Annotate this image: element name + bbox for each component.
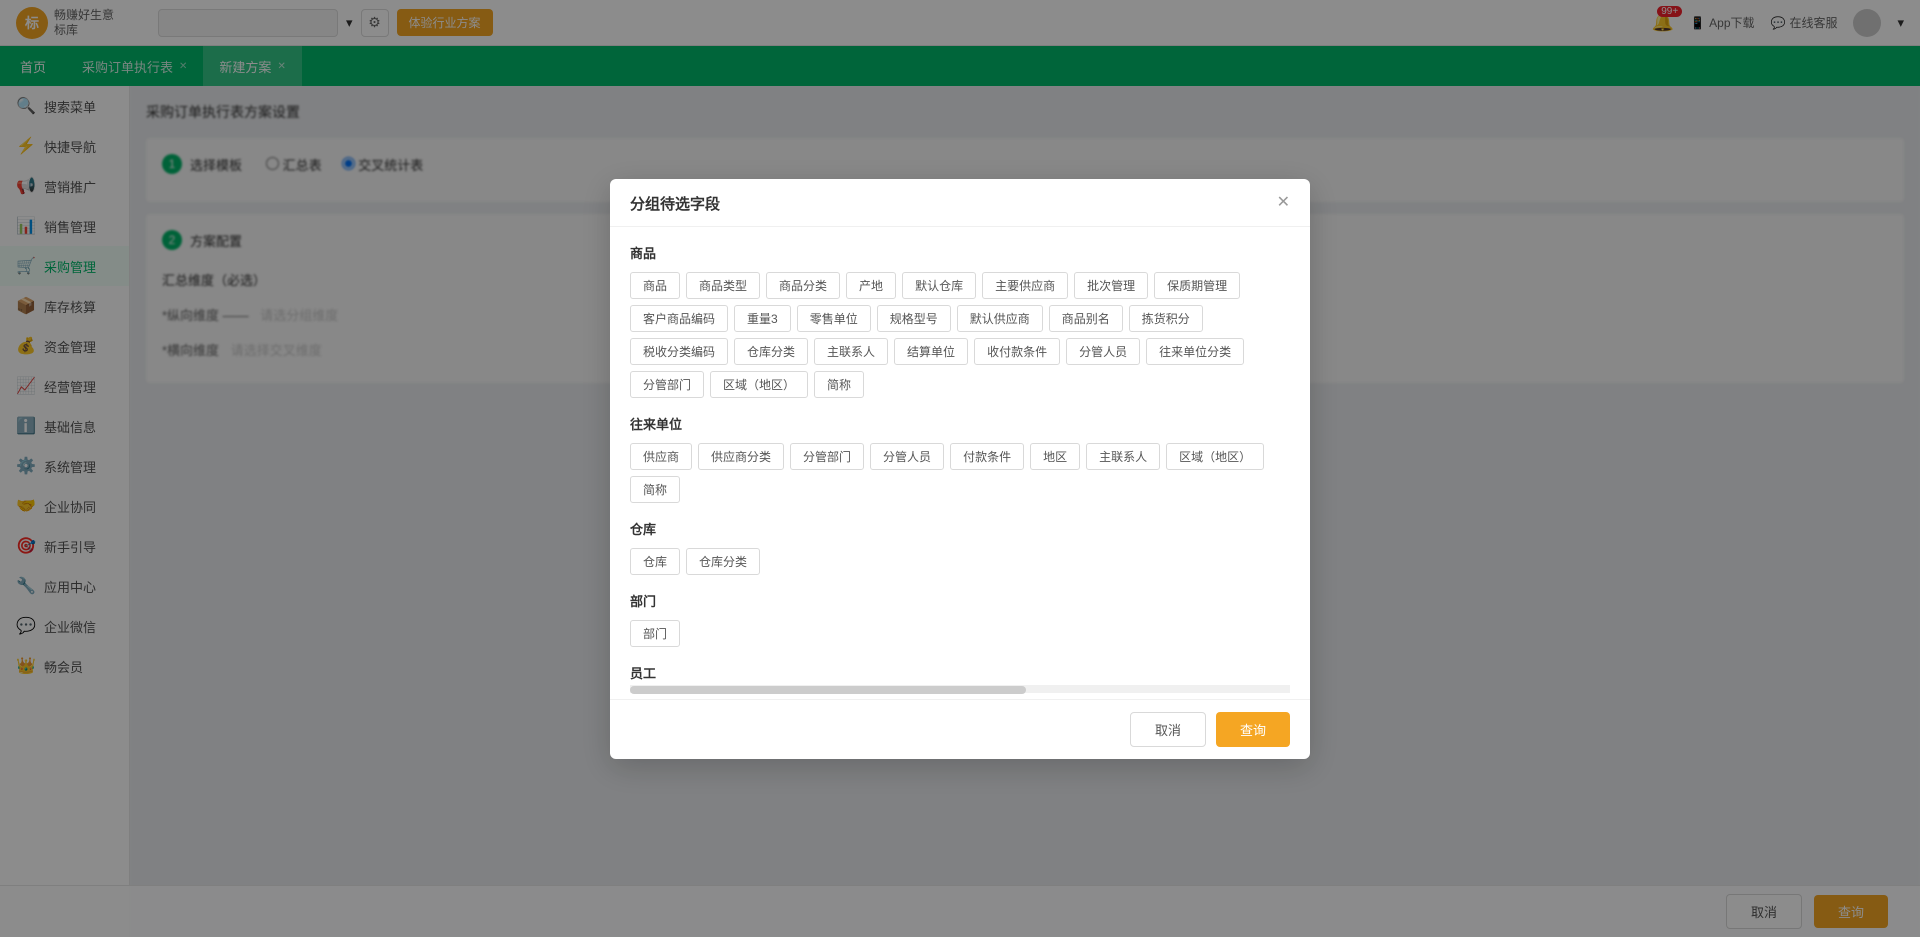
confirm-button[interactable]: 查询: [1216, 712, 1290, 747]
field-chip[interactable]: 商品: [630, 272, 680, 299]
field-chip[interactable]: 仓库分类: [686, 548, 760, 575]
scroll-thumb: [630, 686, 1026, 694]
field-chip[interactable]: 简称: [814, 371, 864, 398]
field-chips-仓库: 仓库仓库分类: [630, 548, 1290, 575]
field-chip[interactable]: 分管部门: [790, 443, 864, 470]
field-chip[interactable]: 保质期管理: [1154, 272, 1240, 299]
field-group-往来单位: 往来单位供应商供应商分类分管部门分管人员付款条件地区主联系人区域（地区） 简称: [630, 414, 1290, 503]
horizontal-scrollbar[interactable]: [630, 685, 1290, 692]
field-chip[interactable]: 产地: [846, 272, 896, 299]
field-chips-商品: 商品商品类型商品分类产地默认仓库主要供应商批次管理保质期管理客户商品编码重量3零…: [630, 272, 1290, 398]
modal-title: 分组待选字段: [630, 193, 720, 214]
field-chip[interactable]: 收付款条件: [974, 338, 1060, 365]
field-chip[interactable]: 简称: [630, 476, 680, 503]
field-chip[interactable]: 地区: [1030, 443, 1080, 470]
modal-close-button[interactable]: ✕: [1277, 195, 1290, 211]
field-chips-部门: 部门: [630, 620, 1290, 647]
field-chip[interactable]: 主要供应商: [982, 272, 1068, 299]
field-chip[interactable]: 往来单位分类: [1146, 338, 1244, 365]
field-chip[interactable]: 默认供应商: [957, 305, 1043, 332]
modal-header: 分组待选字段 ✕: [610, 179, 1310, 227]
field-chip[interactable]: 区域（地区）: [1166, 443, 1264, 470]
cancel-button[interactable]: 取消: [1130, 712, 1206, 747]
field-chip[interactable]: 区域（地区）: [710, 371, 808, 398]
field-chips-往来单位: 供应商供应商分类分管部门分管人员付款条件地区主联系人区域（地区） 简称: [630, 443, 1290, 503]
field-chip[interactable]: 分管人员: [1066, 338, 1140, 365]
field-group-title-部门: 部门: [630, 591, 1290, 610]
field-group-title-仓库: 仓库: [630, 519, 1290, 538]
field-chip[interactable]: 税收分类编码: [630, 338, 728, 365]
modal-body: 商品商品商品类型商品分类产地默认仓库主要供应商批次管理保质期管理客户商品编码重量…: [610, 227, 1310, 686]
field-chip[interactable]: 客户商品编码: [630, 305, 728, 332]
field-group-title-员工: 员工: [630, 663, 1290, 682]
field-select-modal: 分组待选字段 ✕ 商品商品商品类型商品分类产地默认仓库主要供应商批次管理保质期管…: [610, 179, 1310, 759]
field-chip[interactable]: 商品别名: [1049, 305, 1123, 332]
field-chip[interactable]: 零售单位: [797, 305, 871, 332]
field-group-title-往来单位: 往来单位: [630, 414, 1290, 433]
field-chip[interactable]: 商品分类: [766, 272, 840, 299]
field-chip[interactable]: 重量3: [734, 305, 791, 332]
field-chip[interactable]: 结算单位: [894, 338, 968, 365]
field-chip[interactable]: 拣货积分: [1129, 305, 1203, 332]
field-chip[interactable]: 主联系人: [1086, 443, 1160, 470]
field-chip[interactable]: 默认仓库: [902, 272, 976, 299]
field-chip[interactable]: 部门: [630, 620, 680, 647]
field-chip[interactable]: 仓库分类: [734, 338, 808, 365]
field-group-员工: 员工业务员: [630, 663, 1290, 686]
field-chip[interactable]: 供应商分类: [698, 443, 784, 470]
field-chip[interactable]: 仓库: [630, 548, 680, 575]
field-chip[interactable]: 供应商: [630, 443, 692, 470]
field-chip[interactable]: 主联系人: [814, 338, 888, 365]
field-chip[interactable]: 规格型号: [877, 305, 951, 332]
field-group-商品: 商品商品商品类型商品分类产地默认仓库主要供应商批次管理保质期管理客户商品编码重量…: [630, 243, 1290, 398]
field-chip[interactable]: 分管部门: [630, 371, 704, 398]
field-group-title-商品: 商品: [630, 243, 1290, 262]
modal-footer: 取消 查询: [610, 699, 1310, 759]
field-group-部门: 部门部门: [630, 591, 1290, 647]
field-group-仓库: 仓库仓库仓库分类: [630, 519, 1290, 575]
modal-overlay[interactable]: 分组待选字段 ✕ 商品商品商品类型商品分类产地默认仓库主要供应商批次管理保质期管…: [0, 0, 1920, 937]
field-chip[interactable]: 付款条件: [950, 443, 1024, 470]
field-chip[interactable]: 商品类型: [686, 272, 760, 299]
field-chip[interactable]: 批次管理: [1074, 272, 1148, 299]
field-chip[interactable]: 分管人员: [870, 443, 944, 470]
